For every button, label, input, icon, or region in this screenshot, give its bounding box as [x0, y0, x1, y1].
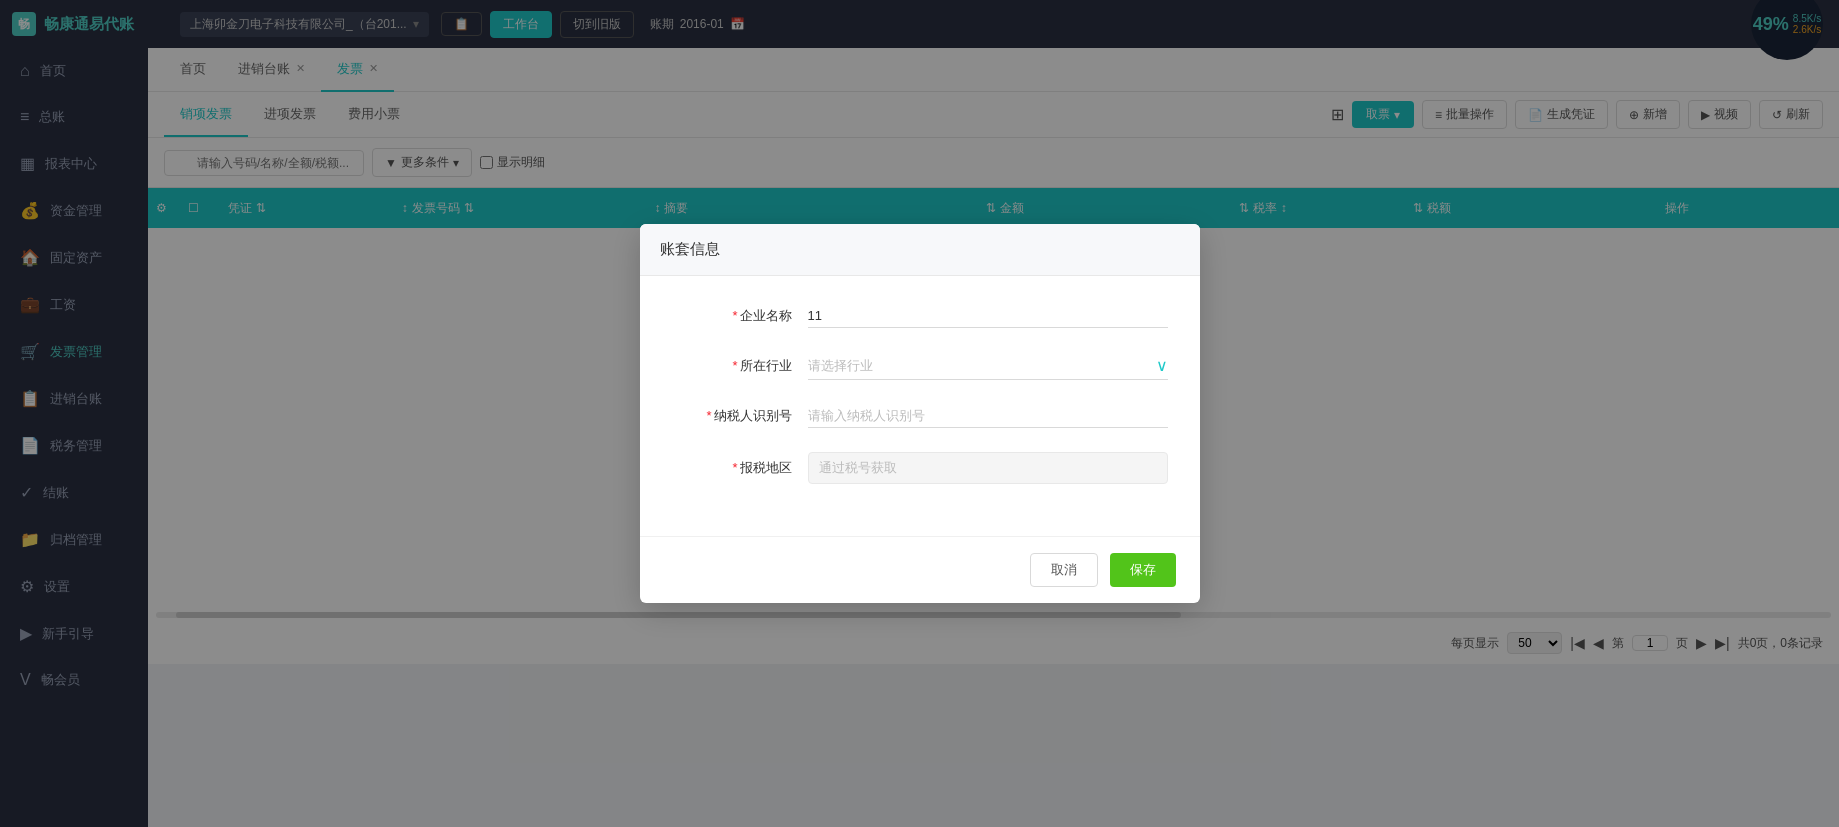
modal-title: 账套信息 [640, 224, 1200, 276]
form-row-industry: *所在行业 请选择行业 ∨ [672, 352, 1168, 380]
enterprise-name-input[interactable] [808, 304, 1168, 328]
industry-label: *所在行业 [672, 357, 792, 375]
taxregion-label: *报税地区 [672, 459, 792, 477]
enterprise-label: *企业名称 [672, 307, 792, 325]
industry-placeholder: 请选择行业 [808, 357, 873, 375]
taxregion-disabled-input: 通过税号获取 [808, 452, 1168, 484]
industry-select[interactable]: 请选择行业 ∨ [808, 352, 1168, 380]
form-row-taxid: *纳税人识别号 [672, 404, 1168, 428]
taxid-input[interactable] [808, 404, 1168, 428]
dropdown-chevron-icon: ∨ [1156, 356, 1168, 375]
modal-footer: 取消 保存 [640, 536, 1200, 603]
modal-body: *企业名称 *所在行业 请选择行业 ∨ *纳税人识别号 [640, 276, 1200, 536]
account-info-modal: 账套信息 *企业名称 *所在行业 请选择行业 ∨ [640, 224, 1200, 603]
form-row-enterprise: *企业名称 [672, 304, 1168, 328]
save-button[interactable]: 保存 [1110, 553, 1176, 587]
modal-overlay[interactable]: 账套信息 *企业名称 *所在行业 请选择行业 ∨ [0, 0, 1839, 827]
form-row-taxregion: *报税地区 通过税号获取 [672, 452, 1168, 484]
cancel-button[interactable]: 取消 [1030, 553, 1098, 587]
taxid-label: *纳税人识别号 [672, 407, 792, 425]
